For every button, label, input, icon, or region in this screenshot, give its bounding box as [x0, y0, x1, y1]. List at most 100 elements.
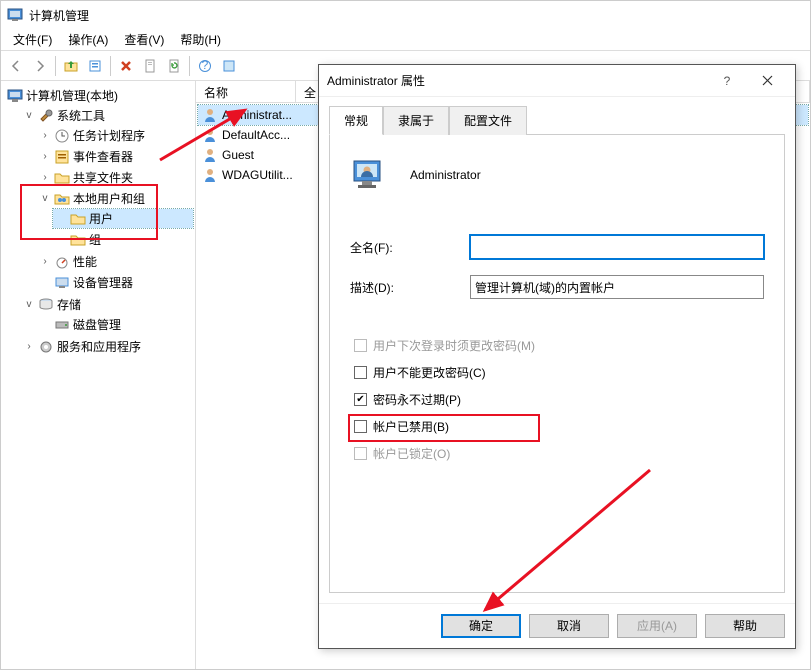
description-row: 描述(D):: [350, 275, 764, 299]
page-button[interactable]: [139, 55, 161, 77]
full-name-row: 全名(F):: [350, 235, 764, 259]
tree-label: 存储: [57, 296, 81, 313]
tree-services-apps[interactable]: › 服务和应用程序: [21, 337, 193, 356]
list-item-label: DefaultAcc...: [222, 128, 290, 142]
expand-icon[interactable]: ›: [39, 151, 51, 162]
refresh-button[interactable]: [163, 55, 185, 77]
help-button[interactable]: ?: [707, 67, 747, 95]
checkbox-never-expires[interactable]: 密码永不过期(P): [350, 391, 764, 408]
user-icon: [202, 147, 218, 163]
folder-icon: [70, 232, 86, 248]
tree-label: 本地用户和组: [73, 190, 145, 207]
full-name-input[interactable]: [470, 235, 764, 259]
checkbox-label: 用户下次登录时须更改密码(M): [373, 337, 535, 354]
list-item-label: Administrat...: [222, 108, 292, 122]
properties-button[interactable]: [84, 55, 106, 77]
storage-icon: [38, 297, 54, 313]
tree-disk-management[interactable]: 磁盘管理: [37, 315, 193, 334]
gear-icon: [38, 339, 54, 355]
tree-storage[interactable]: v 存储: [21, 295, 193, 314]
tree-local-users[interactable]: v 本地用户和组: [37, 189, 193, 208]
menubar: 文件(F) 操作(A) 查看(V) 帮助(H): [1, 29, 810, 51]
menu-action[interactable]: 操作(A): [60, 29, 116, 50]
help-button[interactable]: 帮助: [705, 614, 785, 638]
tree-performance[interactable]: › 性能: [37, 252, 193, 271]
menu-file[interactable]: 文件(F): [5, 29, 60, 50]
expand-icon[interactable]: ›: [23, 341, 35, 352]
checkbox-account-disabled[interactable]: 帐户已禁用(B): [350, 418, 764, 435]
tree-label: 设备管理器: [73, 274, 133, 291]
expand-icon[interactable]: ›: [39, 256, 51, 267]
folder-icon: [70, 211, 86, 227]
list-item-label: Guest: [222, 148, 254, 162]
expand-icon[interactable]: ›: [39, 172, 51, 183]
identity-row: Administrator: [350, 155, 764, 195]
tree-label: 服务和应用程序: [57, 338, 141, 355]
tree-users[interactable]: 用户: [53, 209, 193, 228]
user-icon: [202, 107, 218, 123]
description-input[interactable]: [470, 275, 764, 299]
back-button[interactable]: [5, 55, 27, 77]
clock-icon: [54, 128, 70, 144]
dialog-titlebar[interactable]: Administrator 属性 ?: [319, 65, 795, 97]
checkbox-cannot-change[interactable]: 用户不能更改密码(C): [350, 364, 764, 381]
dialog-title: Administrator 属性: [327, 72, 707, 89]
tree-shared-folders[interactable]: ›共享文件夹: [37, 168, 193, 187]
checkbox-icon[interactable]: [354, 366, 367, 379]
extra-button[interactable]: [218, 55, 240, 77]
device-icon: [54, 275, 70, 291]
computer-icon: [7, 88, 23, 104]
expand-icon[interactable]: v: [39, 193, 51, 204]
separator: [55, 56, 56, 76]
tree-label: 性能: [73, 253, 97, 270]
expand-icon[interactable]: ›: [39, 130, 51, 141]
tree-pane[interactable]: 计算机管理(本地) v 系统工具 › 任务计划程序 ›事件查看器: [1, 81, 196, 669]
checkbox-label: 密码永不过期(P): [373, 391, 461, 408]
separator: [189, 56, 190, 76]
menu-help[interactable]: 帮助(H): [172, 29, 229, 50]
tab-member-of[interactable]: 隶属于: [383, 106, 449, 135]
tree-task-scheduler[interactable]: › 任务计划程序: [37, 126, 193, 145]
tree-root[interactable]: 计算机管理(本地): [5, 86, 193, 105]
close-button[interactable]: [747, 67, 787, 95]
tree-label: 系统工具: [57, 107, 105, 124]
tree-label: 用户: [89, 210, 113, 227]
dialog-buttons: 确定 取消 应用(A) 帮助: [319, 603, 795, 648]
main-titlebar: 计算机管理: [1, 1, 810, 29]
ok-button[interactable]: 确定: [441, 614, 521, 638]
tree-groups[interactable]: 组: [53, 230, 193, 249]
checkbox-icon[interactable]: [354, 420, 367, 433]
menu-view[interactable]: 查看(V): [116, 29, 172, 50]
app-icon: [7, 7, 23, 23]
event-icon: [54, 149, 70, 165]
disk-icon: [54, 317, 70, 333]
delete-button[interactable]: [115, 55, 137, 77]
expand-icon[interactable]: v: [23, 299, 35, 310]
tree-event-viewer[interactable]: ›事件查看器: [37, 147, 193, 166]
tree-system-tools[interactable]: v 系统工具: [21, 106, 193, 125]
tab-panel-general: Administrator 全名(F): 描述(D): 用户下次登录时须更改密码…: [329, 134, 785, 593]
checkbox-icon: [354, 339, 367, 352]
expand-icon[interactable]: v: [23, 110, 35, 121]
help-button[interactable]: ?: [194, 55, 216, 77]
forward-button[interactable]: [29, 55, 51, 77]
tree-label: 磁盘管理: [73, 316, 121, 333]
up-button[interactable]: [60, 55, 82, 77]
svg-text:?: ?: [202, 59, 209, 72]
checkbox-icon[interactable]: [354, 393, 367, 406]
tab-general[interactable]: 常规: [329, 106, 383, 135]
apply-button[interactable]: 应用(A): [617, 614, 697, 638]
tab-profile[interactable]: 配置文件: [449, 106, 527, 135]
description-label: 描述(D):: [350, 279, 470, 296]
col-name[interactable]: 名称: [196, 81, 296, 102]
tree-root-label: 计算机管理(本地): [26, 87, 118, 104]
tree-device-manager[interactable]: 设备管理器: [37, 273, 193, 292]
tree-label: 任务计划程序: [73, 127, 145, 144]
main-title: 计算机管理: [29, 7, 89, 24]
cancel-button[interactable]: 取消: [529, 614, 609, 638]
checkbox-must-change: 用户下次登录时须更改密码(M): [350, 337, 764, 354]
tools-icon: [38, 108, 54, 124]
perf-icon: [54, 254, 70, 270]
folder-icon: [54, 170, 70, 186]
list-item-label: WDAGUtilit...: [222, 168, 293, 182]
